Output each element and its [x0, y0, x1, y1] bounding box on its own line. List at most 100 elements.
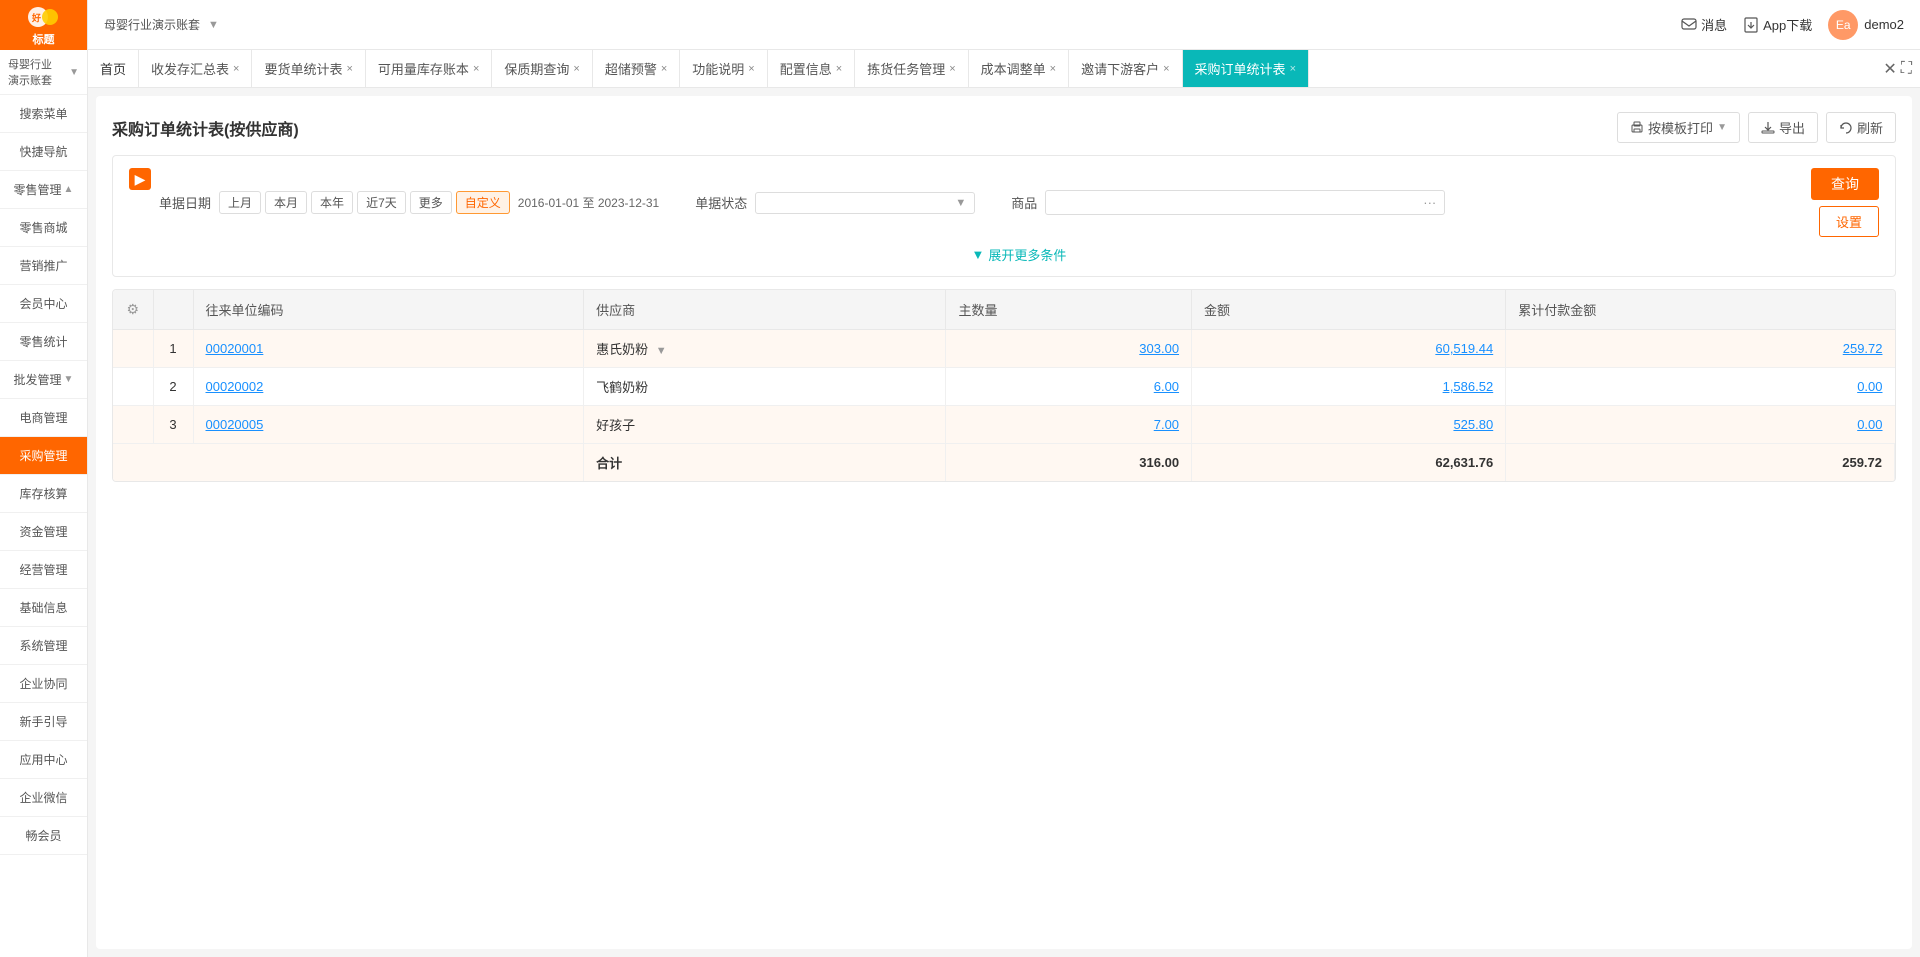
row-3-paid-link[interactable]: 0.00: [1857, 417, 1882, 432]
row-2-paid-link[interactable]: 0.00: [1857, 379, 1882, 394]
tab-order-stats[interactable]: 要货单统计表 ×: [252, 50, 365, 87]
sidebar-item-retail-mgmt[interactable]: 零售管理▲: [0, 171, 87, 209]
export-button[interactable]: 导出: [1748, 112, 1818, 143]
table-row: 1 00020001 惠氏奶粉 ▼ 303.00 60,519.44 259.7…: [113, 330, 1895, 368]
tab-close-icon-5[interactable]: ×: [661, 63, 667, 75]
query-actions: 查询 设置: [1811, 168, 1879, 237]
tab-close-icon-11[interactable]: ×: [1290, 63, 1296, 75]
tab-expiry-query[interactable]: 保质期查询 ×: [492, 50, 592, 87]
sidebar-item-ecommerce[interactable]: 电商管理: [0, 399, 87, 437]
tab-close-all-button[interactable]: ✕: [1883, 59, 1896, 79]
tab-overstock[interactable]: 超储预警 ×: [593, 50, 680, 87]
sidebar-item-member2[interactable]: 畅会员: [0, 817, 87, 855]
tab-invite-customer[interactable]: 邀请下游客户 ×: [1069, 50, 1182, 87]
sidebar-item-retail-mall[interactable]: 零售商城: [0, 209, 87, 247]
product-input[interactable]: ···: [1045, 190, 1445, 215]
sidebar-item-marketing[interactable]: 营销推广: [0, 247, 87, 285]
row-2-index: 2: [153, 368, 193, 406]
tab-purchase-order-stats[interactable]: 采购订单统计表 ×: [1183, 50, 1309, 87]
sidebar-item-inventory[interactable]: 库存核算: [0, 475, 87, 513]
row-2-settings: [113, 368, 153, 406]
tabbar: 首页 收发存汇总表 × 要货单统计表 × 可用量库存账本 × 保质期查询 × 超…: [88, 50, 1920, 88]
row-3-code: 00020005: [193, 406, 584, 444]
topbar-left: 母婴行业演示账套 ▼: [104, 16, 219, 33]
tab-home[interactable]: 首页: [88, 50, 139, 87]
tab-pick-task[interactable]: 拣货任务管理 ×: [855, 50, 968, 87]
user-menu[interactable]: Ea demo2: [1828, 10, 1904, 40]
row-3-qty-link[interactable]: 7.00: [1154, 417, 1179, 432]
sidebar-item-quicknav[interactable]: 快捷导航: [0, 133, 87, 171]
date-btn-7days[interactable]: 近7天: [357, 191, 406, 214]
date-btn-custom[interactable]: 自定义: [456, 191, 510, 214]
row-2-code-link[interactable]: 00020002: [206, 379, 264, 394]
tab-close-icon-4[interactable]: ×: [573, 63, 579, 75]
product-label: 商品: [1011, 193, 1037, 212]
template-print-button[interactable]: 按模板打印 ▼: [1617, 112, 1740, 143]
tab-close-icon-7[interactable]: ×: [836, 63, 842, 75]
toggle-filter-button[interactable]: ▶: [129, 168, 151, 190]
page-actions: 按模板打印 ▼ 导出 刷新: [1617, 112, 1896, 143]
tab-close-icon-8[interactable]: ×: [949, 63, 955, 75]
sidebar-item-purchase[interactable]: 采购管理: [0, 437, 87, 475]
sidebar-item-newbie[interactable]: 新手引导: [0, 703, 87, 741]
tab-function-desc[interactable]: 功能说明 ×: [680, 50, 767, 87]
date-btn-this-year[interactable]: 本年: [311, 191, 353, 214]
row-1-paid-link[interactable]: 259.72: [1843, 341, 1883, 356]
sidebar-item-appstore[interactable]: 应用中心: [0, 741, 87, 779]
sidebar-item-retail-stats[interactable]: 零售统计: [0, 323, 87, 361]
tab-config[interactable]: 配置信息 ×: [768, 50, 855, 87]
sidebar-item-search[interactable]: 搜索菜单: [0, 95, 87, 133]
tab-end-buttons: ✕ ⛶: [1875, 50, 1920, 87]
row-2-code: 00020002: [193, 368, 584, 406]
tab-stock-summary[interactable]: 收发存汇总表 ×: [139, 50, 252, 87]
tab-close-icon[interactable]: ×: [233, 63, 239, 75]
sidebar-item-member[interactable]: 会员中心: [0, 285, 87, 323]
data-table: ⚙ 往来单位编码 供应商 主数量 金额 累计付款金额: [112, 289, 1896, 482]
sidebar-item-system[interactable]: 系统管理: [0, 627, 87, 665]
sidebar-item-operation[interactable]: 经营管理: [0, 551, 87, 589]
sidebar-item-basic-info[interactable]: 基础信息: [0, 589, 87, 627]
tab-close-icon-6[interactable]: ×: [748, 63, 754, 75]
sidebar-item-wechat[interactable]: 企业微信: [0, 779, 87, 817]
tab-maximize-button[interactable]: ⛶: [1901, 60, 1912, 78]
status-select[interactable]: ▼: [755, 192, 975, 214]
tab-close-icon-3[interactable]: ×: [473, 63, 479, 75]
row-3-amount-link[interactable]: 525.80: [1453, 417, 1493, 432]
message-button[interactable]: 消息: [1681, 15, 1727, 34]
sidebar-item-finance[interactable]: 资金管理: [0, 513, 87, 551]
row-3-code-link[interactable]: 00020005: [206, 417, 264, 432]
table-row: 3 00020005 好孩子 7.00 525.80 0.00: [113, 406, 1895, 444]
row-3-amount: 525.80: [1192, 406, 1506, 444]
row-1-code-link[interactable]: 00020001: [206, 341, 264, 356]
col-index: [153, 290, 193, 330]
row-2-amount-link[interactable]: 1,586.52: [1443, 379, 1494, 394]
sidebar-item-enterprise[interactable]: 企业协同: [0, 665, 87, 703]
row-1-amount-link[interactable]: 60,519.44: [1435, 341, 1493, 356]
column-settings-icon[interactable]: ⚙: [126, 301, 139, 317]
row-2-qty-link[interactable]: 6.00: [1154, 379, 1179, 394]
date-btn-last-month[interactable]: 上月: [219, 191, 261, 214]
tab-available-stock[interactable]: 可用量库存账本 ×: [366, 50, 492, 87]
row-1-qty-link[interactable]: 303.00: [1139, 341, 1179, 356]
topbar: 母婴行业演示账套 ▼ 消息 App下载 Ea demo2: [88, 0, 1920, 50]
table-body: 1 00020001 惠氏奶粉 ▼ 303.00 60,519.44 259.7…: [113, 330, 1895, 444]
row-1-index: 1: [153, 330, 193, 368]
settings-button[interactable]: 设置: [1819, 206, 1879, 237]
tab-close-icon-9[interactable]: ×: [1050, 63, 1056, 75]
tab-cost-adjust[interactable]: 成本调整单 ×: [969, 50, 1069, 87]
date-btn-more[interactable]: 更多: [410, 191, 452, 214]
tab-close-icon-10[interactable]: ×: [1163, 63, 1169, 75]
expand-filter-button[interactable]: ▼ 展开更多条件: [972, 245, 1067, 264]
workspace-label: 母婴行业演示账套: [8, 56, 61, 88]
sidebar-item-wholesale[interactable]: 批发管理▼: [0, 361, 87, 399]
workspace-selector[interactable]: 母婴行业演示账套 ▼: [0, 50, 87, 95]
tab-close-icon-2[interactable]: ×: [346, 63, 352, 75]
content-area: 采购订单统计表(按供应商) 按模板打印 ▼ 导出 刷新: [88, 88, 1920, 957]
refresh-button[interactable]: 刷新: [1826, 112, 1896, 143]
query-button[interactable]: 查询: [1811, 168, 1879, 200]
date-btn-this-month[interactable]: 本月: [265, 191, 307, 214]
col-supplier: 供应商: [584, 290, 946, 330]
footer-supplier-label: 合计: [584, 444, 946, 482]
app-download-button[interactable]: App下载: [1743, 15, 1812, 34]
product-filter: 商品 ···: [1011, 190, 1795, 215]
